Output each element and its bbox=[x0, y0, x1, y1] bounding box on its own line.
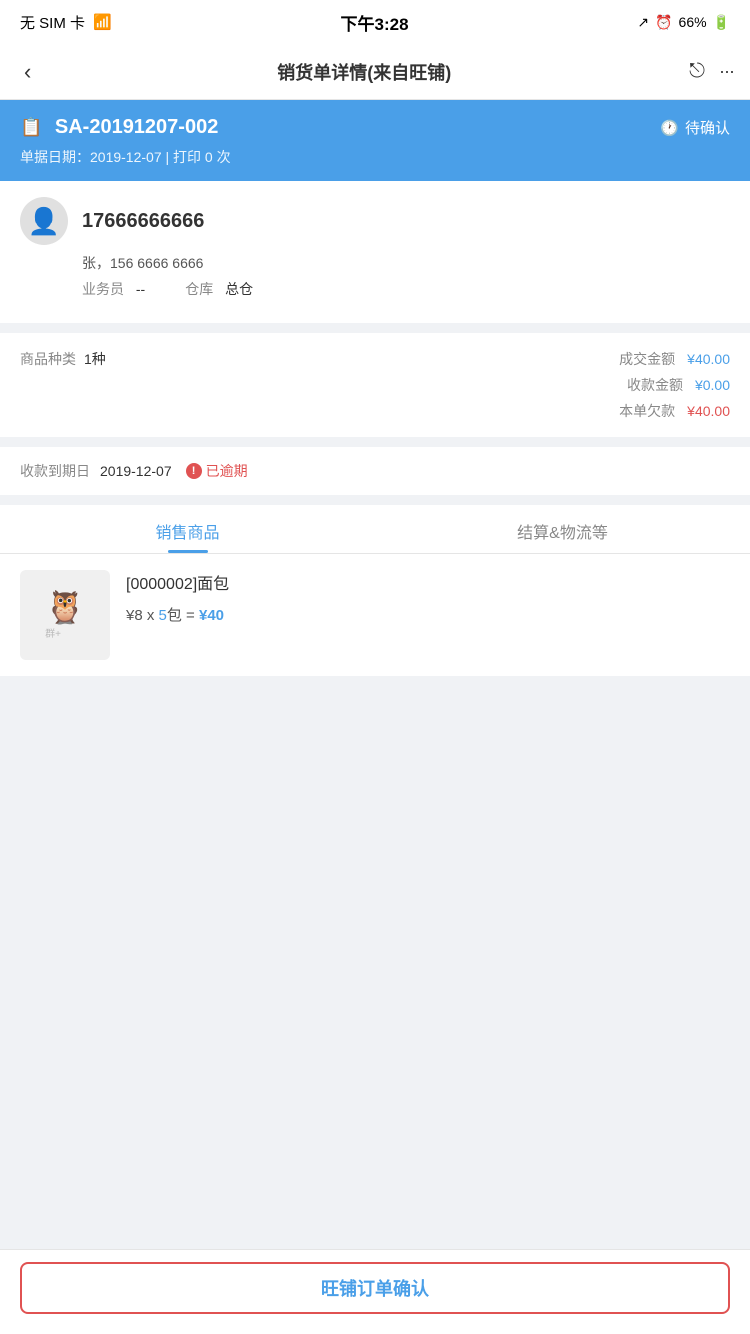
transaction-label: 成交金额 bbox=[619, 349, 675, 369]
customer-top: 👤 17666666666 bbox=[20, 197, 730, 245]
summary-right: 成交金额 ¥40.00 收款金额 ¥0.00 本单欠款 ¥40.00 bbox=[619, 349, 730, 421]
location-icon: ↗ bbox=[637, 14, 649, 31]
customer-meta: 业务员 -- 仓库 总仓 bbox=[82, 279, 730, 299]
battery-icon: 🔋 bbox=[713, 14, 730, 31]
warehouse-value: 总仓 bbox=[225, 281, 253, 297]
tab-settlement-logistics[interactable]: 结算&物流等 bbox=[375, 505, 750, 553]
status-left: 无 SIM 卡 📶 bbox=[20, 12, 112, 33]
status-right: ↗ ⏰ 66% 🔋 bbox=[637, 14, 730, 31]
time-display: 下午3:28 bbox=[341, 10, 409, 35]
overdue-icon: ! bbox=[186, 463, 202, 479]
order-id-container: 📋 SA-20191207-002 bbox=[20, 116, 218, 139]
price-quantity: 5 bbox=[159, 607, 167, 624]
price-base: ¥8 x bbox=[126, 607, 159, 624]
outstanding-label: 本单欠款 bbox=[619, 401, 675, 421]
salesperson-label: 业务员 bbox=[82, 281, 124, 297]
tabs-container: 销售商品 结算&物流等 bbox=[0, 505, 750, 554]
carrier-text: 无 SIM 卡 bbox=[20, 12, 85, 33]
product-info: [0000002]面包 ¥8 x 5包 = ¥40 bbox=[126, 570, 730, 625]
order-status: 待确认 bbox=[685, 117, 730, 138]
page-title: 销货单详情(来自旺铺) bbox=[277, 59, 451, 85]
more-button[interactable]: ··· bbox=[719, 61, 734, 82]
due-section: 收款到期日 2019-12-07 ! 已逾期 bbox=[0, 447, 750, 495]
transaction-row: 成交金额 ¥40.00 bbox=[619, 349, 730, 369]
product-name: [0000002]面包 bbox=[126, 570, 730, 594]
product-section: 🦉 群+ [0000002]面包 ¥8 x 5包 = ¥40 bbox=[0, 554, 750, 676]
product-image: 🦉 群+ bbox=[20, 570, 110, 660]
outstanding-row: 本单欠款 ¥40.00 bbox=[619, 401, 730, 421]
due-label: 收款到期日 bbox=[20, 461, 90, 481]
status-badge: 🕐 待确认 bbox=[660, 117, 730, 138]
wifi-icon: 📶 bbox=[93, 13, 112, 31]
product-image-placeholder: 🦉 群+ bbox=[45, 591, 85, 640]
transaction-value: ¥40.00 bbox=[687, 351, 730, 367]
salesperson-field: 业务员 -- bbox=[82, 279, 145, 299]
payment-row: 收款金额 ¥0.00 bbox=[627, 375, 730, 395]
header-card: 📋 SA-20191207-002 🕐 待确认 单据日期：2019-12-07 … bbox=[0, 100, 750, 181]
order-icon: 📋 bbox=[20, 117, 42, 137]
payment-label: 收款金额 bbox=[627, 375, 683, 395]
nav-actions: ⎋ ··· bbox=[689, 60, 734, 83]
clock-icon: 🕐 bbox=[660, 119, 679, 137]
battery-text: 66% bbox=[679, 14, 707, 30]
nav-bar: ‹ 销货单详情(来自旺铺) ⎋ ··· bbox=[0, 44, 750, 100]
customer-phone: 17666666666 bbox=[82, 210, 204, 233]
avatar-icon: 👤 bbox=[28, 206, 60, 237]
summary-left: 商品种类 1种 bbox=[20, 349, 106, 369]
product-type-label: 商品种类 bbox=[20, 349, 76, 369]
avatar: 👤 bbox=[20, 197, 68, 245]
payment-value: ¥0.00 bbox=[695, 377, 730, 393]
order-id: SA-20191207-002 bbox=[55, 116, 218, 138]
customer-section: 👤 17666666666 张，156 6666 6666 业务员 -- 仓库 … bbox=[0, 181, 750, 323]
tab-sales-product[interactable]: 销售商品 bbox=[0, 505, 375, 553]
confirm-button[interactable]: 旺铺订单确认 bbox=[20, 1262, 730, 1314]
product-type-value: 1种 bbox=[84, 349, 106, 369]
price-total: ¥40 bbox=[199, 607, 224, 624]
tabs: 销售商品 结算&物流等 bbox=[0, 505, 750, 554]
warehouse-label: 仓库 bbox=[185, 281, 213, 297]
product-price: ¥8 x 5包 = ¥40 bbox=[126, 604, 730, 625]
status-bar: 无 SIM 卡 📶 下午3:28 ↗ ⏰ 66% 🔋 bbox=[0, 0, 750, 44]
overdue-badge: ! 已逾期 bbox=[186, 461, 248, 481]
overdue-text: 已逾期 bbox=[206, 461, 248, 481]
warehouse-field: 仓库 总仓 bbox=[185, 279, 253, 299]
salesperson-value: -- bbox=[136, 281, 145, 297]
bottom-spacer bbox=[0, 676, 750, 876]
due-date: 2019-12-07 bbox=[100, 463, 172, 479]
price-unit: 包 = bbox=[167, 607, 199, 624]
customer-info: 张，156 6666 6666 业务员 -- 仓库 总仓 bbox=[82, 253, 730, 299]
outstanding-value: ¥40.00 bbox=[687, 403, 730, 419]
summary-section: 商品种类 1种 成交金额 ¥40.00 收款金额 ¥0.00 本单欠款 ¥40.… bbox=[0, 333, 750, 437]
share-button[interactable]: ⎋ bbox=[689, 60, 705, 83]
order-meta: 单据日期：2019-12-07 | 打印 0 次 bbox=[20, 147, 730, 167]
bottom-bar: 旺铺订单确认 bbox=[0, 1249, 750, 1334]
header-card-top: 📋 SA-20191207-002 🕐 待确认 bbox=[20, 116, 730, 139]
customer-name: 张，156 6666 6666 bbox=[82, 253, 730, 273]
back-button[interactable]: ‹ bbox=[16, 51, 39, 93]
alarm-icon: ⏰ bbox=[655, 14, 672, 31]
